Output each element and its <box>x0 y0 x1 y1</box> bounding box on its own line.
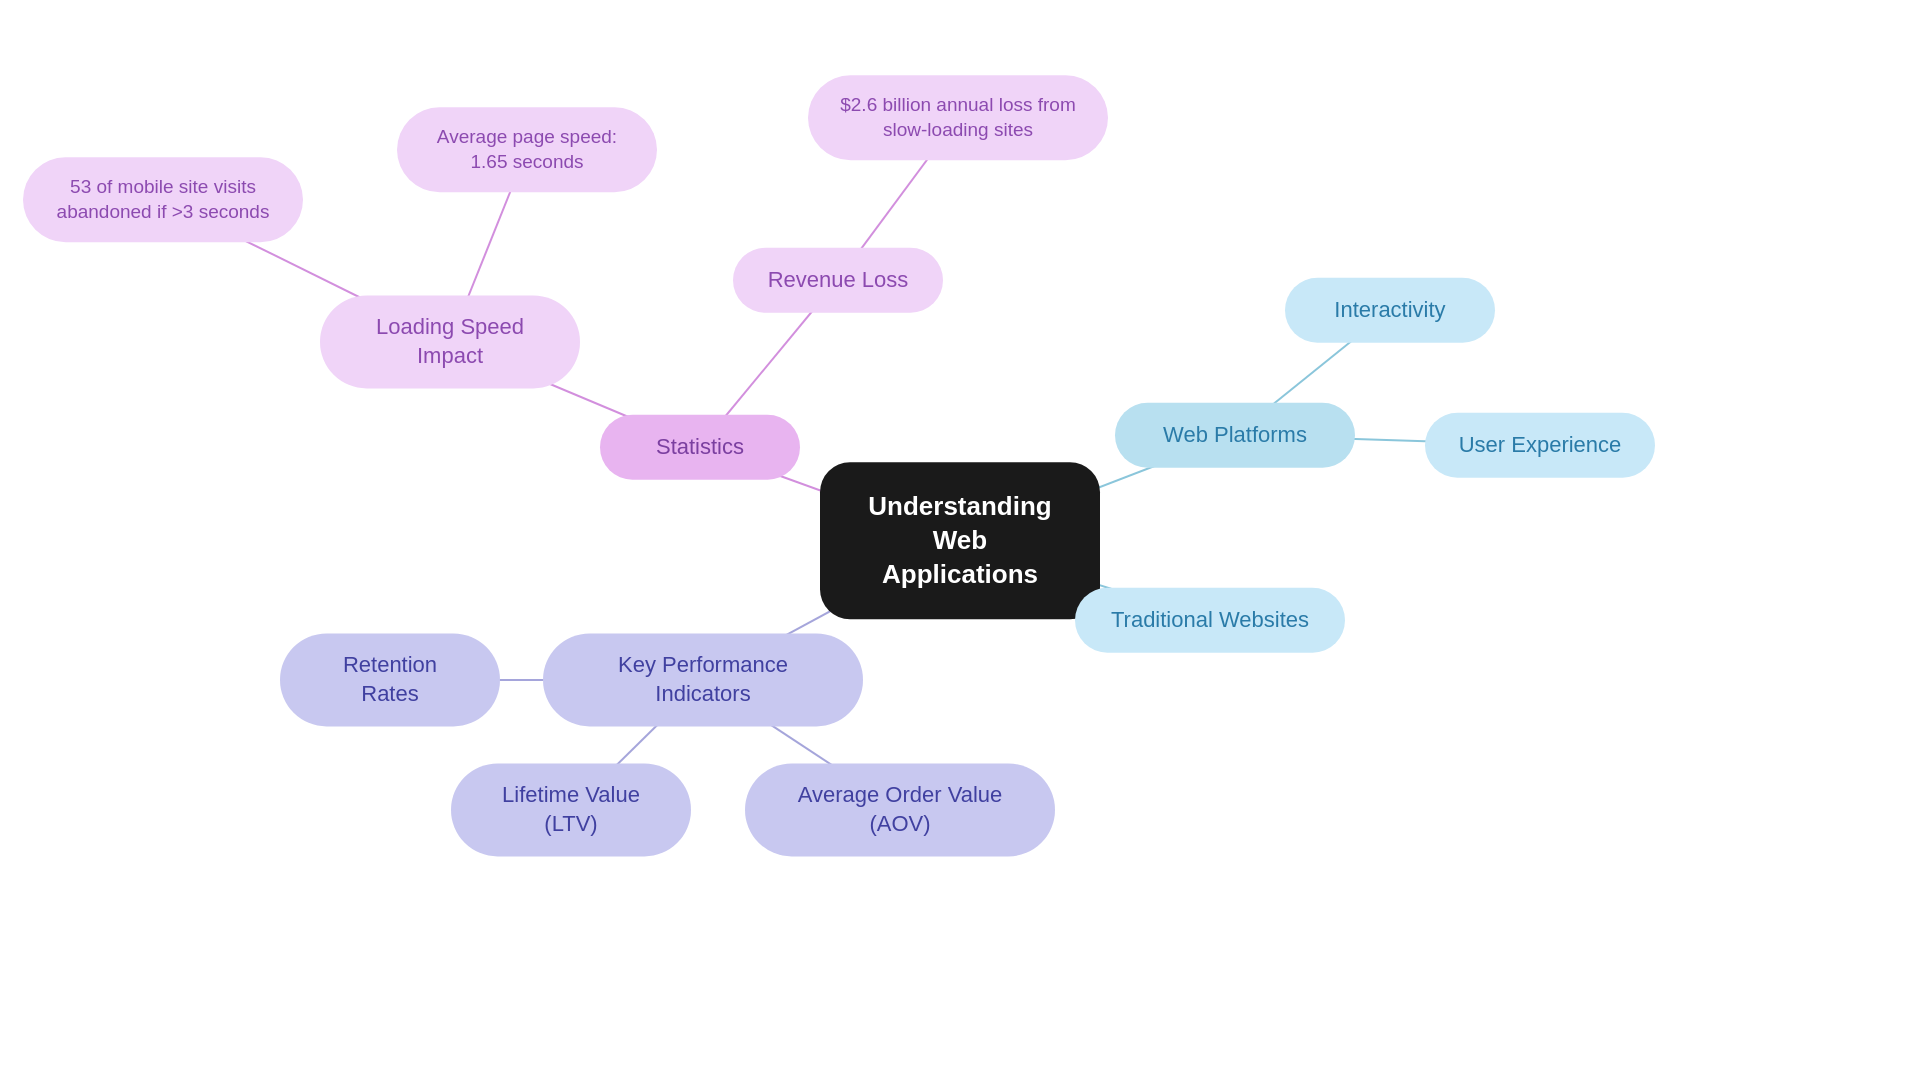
center-node: Understanding Web Applications <box>820 462 1100 619</box>
loading-speed-label: Loading Speed Impact <box>352 313 548 370</box>
revenue-loss-node: Revenue Loss <box>733 248 943 313</box>
revenue-loss-label: Revenue Loss <box>768 266 909 295</box>
traditional-websites-node: Traditional Websites <box>1075 588 1345 653</box>
web-platforms-node: Web Platforms <box>1115 403 1355 468</box>
traditional-websites-label: Traditional Websites <box>1111 606 1309 635</box>
lifetime-value-node: Lifetime Value (LTV) <box>451 763 691 856</box>
retention-rates-node: Retention Rates <box>280 633 500 726</box>
kpi-label: Key Performance Indicators <box>575 651 831 708</box>
center-label: Understanding Web Applications <box>868 490 1051 591</box>
interactivity-node: Interactivity <box>1285 278 1495 343</box>
annual-loss-node: $2.6 billion annual loss from slow-loadi… <box>808 75 1108 160</box>
statistics-node: Statistics <box>600 415 800 480</box>
statistics-label: Statistics <box>656 433 744 462</box>
aov-node: Average Order Value (AOV) <box>745 763 1055 856</box>
user-experience-label: User Experience <box>1459 431 1622 460</box>
mobile-abandon-node: 53 of mobile site visits abandoned if >3… <box>23 157 303 242</box>
kpi-node: Key Performance Indicators <box>543 633 863 726</box>
user-experience-node: User Experience <box>1425 413 1655 478</box>
loading-speed-node: Loading Speed Impact <box>320 295 580 388</box>
avg-page-speed-label: Average page speed: 1.65 seconds <box>429 125 625 174</box>
aov-label: Average Order Value (AOV) <box>777 781 1023 838</box>
avg-page-speed-node: Average page speed: 1.65 seconds <box>397 107 657 192</box>
interactivity-label: Interactivity <box>1334 296 1445 325</box>
annual-loss-label: $2.6 billion annual loss from slow-loadi… <box>840 93 1076 142</box>
lifetime-value-label: Lifetime Value (LTV) <box>483 781 659 838</box>
web-platforms-label: Web Platforms <box>1163 421 1307 450</box>
retention-rates-label: Retention Rates <box>312 651 468 708</box>
mobile-abandon-label: 53 of mobile site visits abandoned if >3… <box>55 175 271 224</box>
